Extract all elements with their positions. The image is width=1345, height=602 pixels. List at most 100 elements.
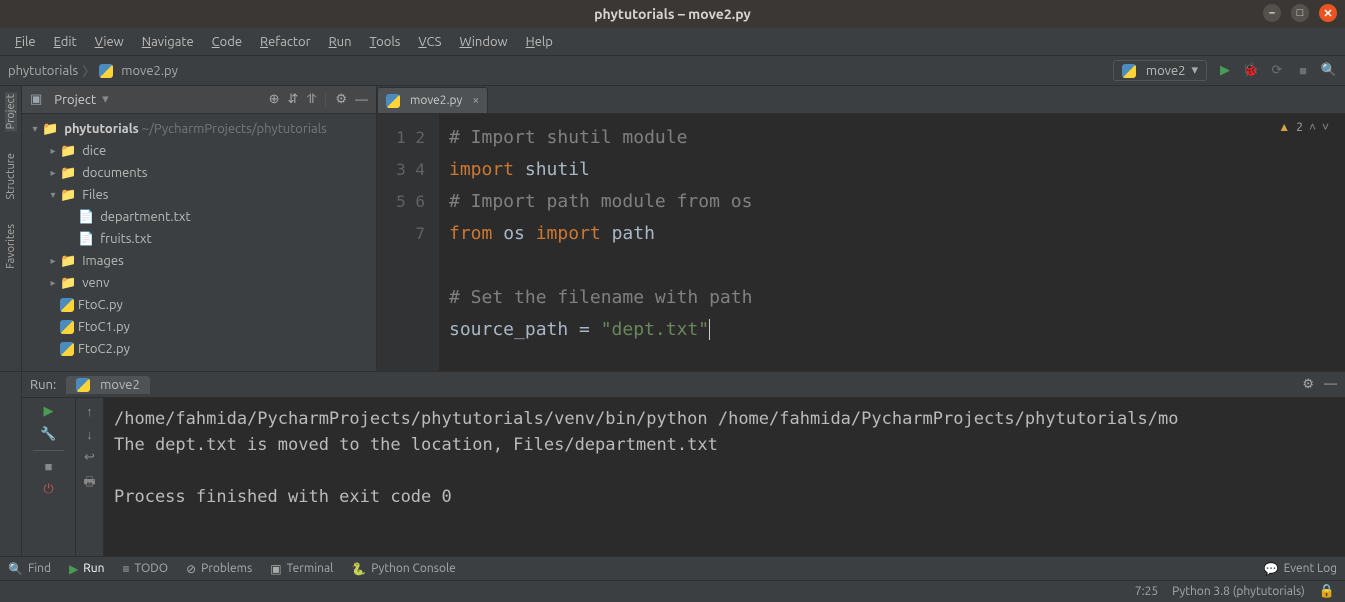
chevron-down-icon[interactable]: ˅ [1322, 120, 1329, 134]
window-titlebar: phytutorials – move2.py – □ ✕ [0, 0, 1345, 28]
toolwindow-favorites-button[interactable]: Favorites [5, 222, 17, 271]
gear-icon[interactable]: ⚙ [1302, 377, 1314, 392]
breadcrumb[interactable]: phytutorials 〉 move2.py [8, 61, 178, 80]
status-bar: 7:25 Python 3.8 (phytutorials) 🔒 [0, 580, 1345, 602]
tree-item-label: dice [82, 144, 106, 158]
tree-folder[interactable]: ▾📁Files [22, 184, 376, 206]
tree-file[interactable]: FtoC1.py [22, 316, 376, 338]
menu-edit[interactable]: Edit [45, 35, 86, 49]
toolwindow-project-button[interactable]: Project [5, 92, 17, 131]
tree-root-name: phytutorials [64, 122, 139, 136]
exit-button[interactable]: ⏻ [43, 482, 53, 497]
tree-item-label: Images [82, 254, 124, 268]
main-menubar: FileEditViewNavigateCodeRefactorRunTools… [0, 28, 1345, 56]
bottom-run-button[interactable]: ▶Run [69, 562, 104, 576]
chevron-right-icon[interactable]: ▸ [46, 277, 60, 289]
print-icon[interactable]: 🖶 [83, 473, 95, 495]
window-maximize-button[interactable]: □ [1291, 4, 1309, 22]
breadcrumb-file[interactable]: move2.py [121, 64, 178, 78]
menu-code[interactable]: Code [203, 35, 251, 49]
warning-count: 2 [1296, 121, 1303, 134]
caret-position[interactable]: 7:25 [1135, 585, 1158, 598]
tree-folder[interactable]: ▸📁 dice [22, 140, 376, 162]
tree-file[interactable]: 📄department.txt [22, 206, 376, 228]
menu-view[interactable]: View [86, 35, 133, 49]
tree-file[interactable]: FtoC2.py [22, 338, 376, 360]
debug-button[interactable]: 🐞 [1243, 63, 1259, 79]
interpreter-label[interactable]: Python 3.8 (phytutorials) [1172, 585, 1305, 598]
tool-icon[interactable]: 🔧 [40, 427, 56, 442]
project-tool-window: ▣ Project ▾ ⊕ ⇵ ⥣ | ⚙ — ▾ 📁 phytutorials… [22, 86, 377, 371]
tree-file[interactable]: 📄fruits.txt [22, 228, 376, 250]
console-output[interactable]: /home/fahmida/PycharmProjects/phytutoria… [104, 398, 1345, 556]
run-tab[interactable]: move2 [66, 376, 150, 394]
close-tab-icon[interactable]: × [472, 94, 479, 107]
rerun-button[interactable]: ▶ [44, 404, 54, 419]
hide-panel-button[interactable]: — [355, 93, 368, 107]
tree-folder[interactable]: ▸📁documents [22, 162, 376, 184]
folder-icon: 📁 [60, 144, 76, 159]
stop-button[interactable]: ■ [45, 459, 53, 474]
down-icon[interactable]: ↓ [86, 427, 93, 442]
chevron-down-icon[interactable]: ▾ [46, 189, 60, 201]
folder-icon: ▣ [30, 92, 42, 107]
project-tree[interactable]: ▾ 📁 phytutorials ~/PycharmProjects/phytu… [22, 114, 376, 371]
search-everywhere-button[interactable]: 🔍 [1321, 63, 1337, 79]
lock-icon[interactable]: 🔒 [1319, 584, 1335, 599]
locate-icon[interactable]: ⊕ [269, 92, 280, 107]
bottom-terminal-button[interactable]: ▣Terminal [270, 562, 333, 576]
up-icon[interactable]: ↑ [86, 404, 93, 419]
window-close-button[interactable]: ✕ [1319, 4, 1337, 22]
window-minimize-button[interactable]: – [1263, 4, 1281, 22]
collapse-all-icon[interactable]: ⥣ [306, 92, 315, 107]
python-file-icon [76, 378, 90, 392]
tree-item-label: department.txt [100, 210, 190, 224]
tree-root[interactable]: ▾ 📁 phytutorials ~/PycharmProjects/phytu… [22, 118, 376, 140]
chevron-right-icon[interactable]: ▸ [46, 255, 60, 267]
run-config-selector[interactable]: move2 ▾ [1113, 60, 1207, 81]
chevron-right-icon[interactable]: ▸ [46, 145, 60, 157]
menu-help[interactable]: Help [517, 35, 562, 49]
chevron-down-icon[interactable]: ▾ [28, 123, 42, 135]
tree-folder[interactable]: ▸📁Images [22, 250, 376, 272]
event-log-button[interactable]: 💬Event Log [1264, 562, 1337, 576]
menu-file[interactable]: File [6, 35, 45, 49]
menu-navigate[interactable]: Navigate [133, 35, 203, 49]
breadcrumb-root[interactable]: phytutorials [8, 64, 78, 78]
expand-all-icon[interactable]: ⇵ [288, 92, 299, 107]
coverage-button[interactable]: ⟳ [1269, 63, 1285, 79]
softwrap-icon[interactable]: ↩ [84, 450, 95, 465]
editor-content[interactable]: # Import shutil module import shutil # I… [439, 114, 1345, 371]
toolwindow-structure-button[interactable]: Structure [5, 151, 17, 202]
stop-button[interactable]: ■ [1295, 63, 1311, 79]
bottom-python-console-button[interactable]: 🐍Python Console [351, 562, 455, 576]
tree-item-label: Files [82, 188, 108, 202]
bottom-problems-button[interactable]: ⊘Problems [186, 562, 252, 576]
menu-refactor[interactable]: Refactor [251, 35, 320, 49]
tree-file[interactable]: FtoC.py [22, 294, 376, 316]
bottom-tool-stripe: 🔍Find ▶Run ≡TODO ⊘Problems ▣Terminal 🐍Py… [0, 556, 1345, 580]
bottom-find-button[interactable]: 🔍Find [8, 562, 51, 576]
run-button[interactable]: ▶ [1217, 63, 1233, 79]
bottom-todo-button[interactable]: ≡TODO [122, 562, 168, 576]
inspection-widget[interactable]: ▲ 2 ˄ ˅ [1278, 120, 1329, 134]
menu-window[interactable]: Window [450, 35, 516, 49]
menu-run[interactable]: Run [320, 35, 361, 49]
python-file-icon [60, 342, 74, 356]
chevron-down-icon[interactable]: ▾ [102, 92, 109, 107]
run-tool-window: Run: move2 ⚙ — ▶ 🔧 ■ ⏻ ↑ ↓ [0, 371, 1345, 556]
list-icon: ≡ [122, 562, 129, 576]
menu-vcs[interactable]: VCS [409, 35, 450, 49]
chevron-up-icon[interactable]: ˄ [1309, 120, 1316, 134]
tree-item-label: FtoC2.py [78, 342, 130, 356]
editor-tab[interactable]: move2.py × [377, 87, 488, 113]
code-editor[interactable]: 1 2 3 4 5 6 7 # Import shutil module imp… [377, 114, 1345, 371]
menu-tools[interactable]: Tools [361, 35, 410, 49]
search-icon: 🔍 [8, 562, 23, 576]
gear-icon[interactable]: ⚙ [335, 92, 347, 107]
hide-panel-button[interactable]: — [1324, 377, 1337, 392]
chevron-right-icon[interactable]: ▸ [46, 167, 60, 179]
tree-folder[interactable]: ▸📁venv [22, 272, 376, 294]
tree-item-label: documents [82, 166, 147, 180]
terminal-icon: ▣ [270, 562, 281, 576]
